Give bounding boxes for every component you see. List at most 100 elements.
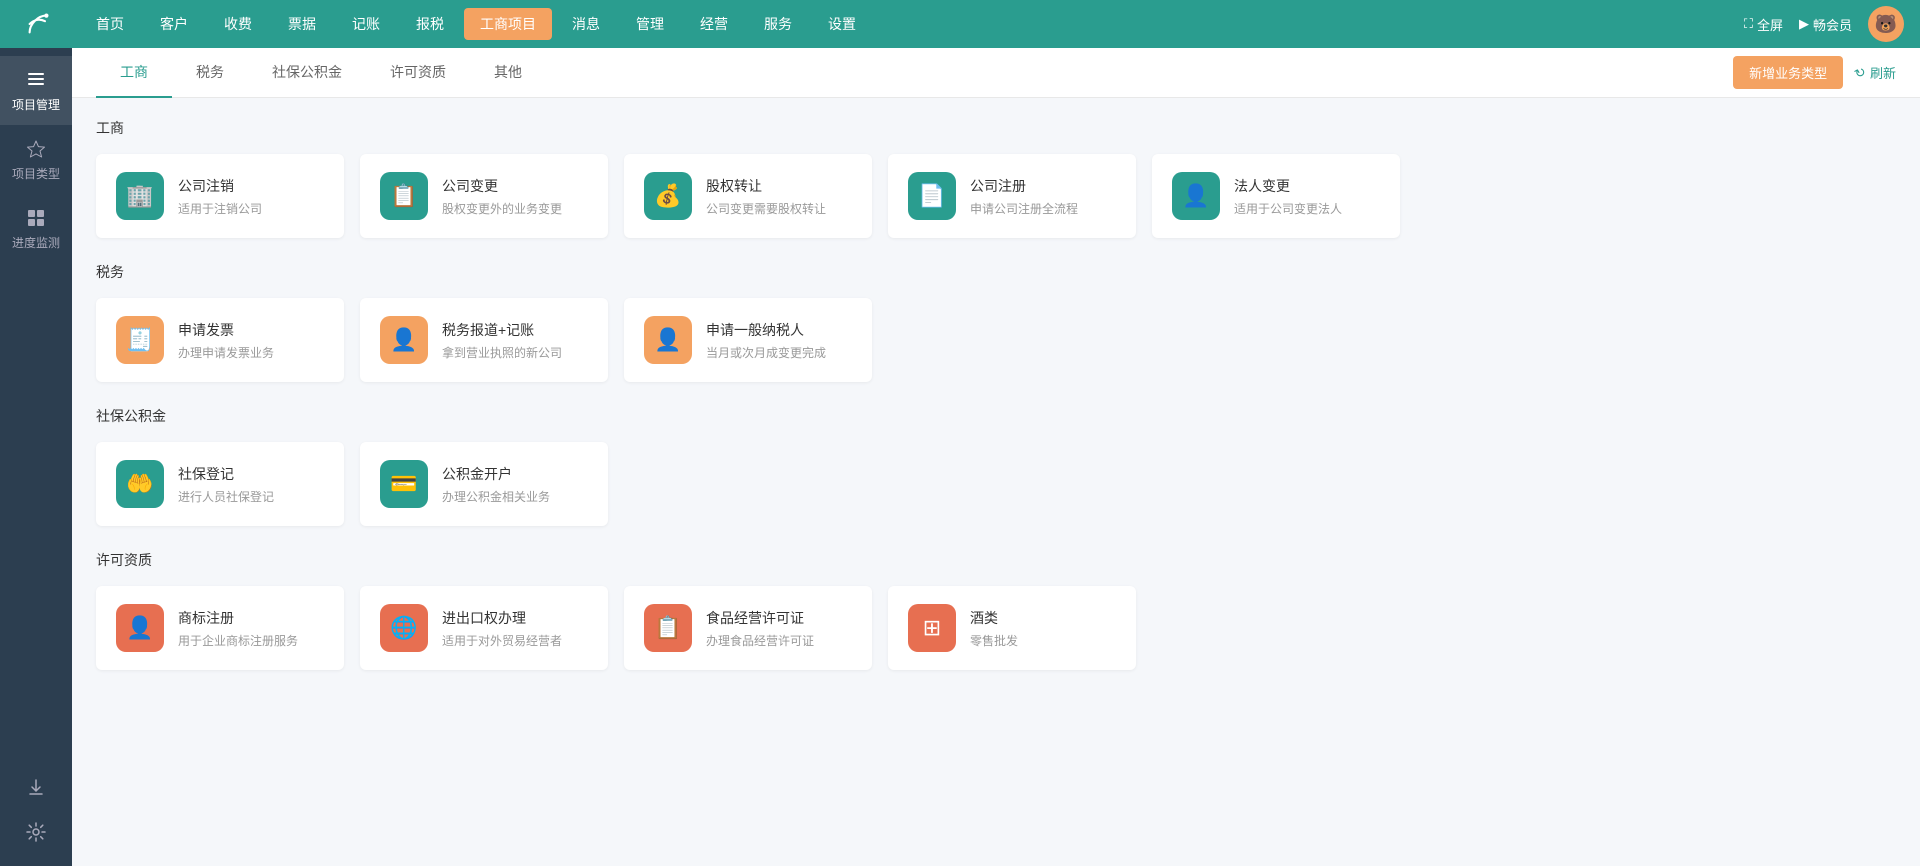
card-desc: 当月或次月成变更完成 xyxy=(706,344,826,361)
card-icon: 🏢 xyxy=(116,172,164,220)
card-title: 商标注册 xyxy=(178,608,298,628)
card-desc: 办理公积金相关业务 xyxy=(442,488,550,505)
tab-社保公积金[interactable]: 社保公积金 xyxy=(248,48,366,98)
tab-许可资质[interactable]: 许可资质 xyxy=(366,48,470,98)
card-desc: 办理申请发票业务 xyxy=(178,344,274,361)
card-text: 公司注销适用于注销公司 xyxy=(178,176,262,217)
nav-item-工商项目[interactable]: 工商项目 xyxy=(464,8,552,40)
card-text: 股权转让公司变更需要股权转让 xyxy=(706,176,826,217)
card-title: 食品经营许可证 xyxy=(706,608,814,628)
card-title: 公司注册 xyxy=(970,176,1078,196)
card-icon: ⊞ xyxy=(908,604,956,652)
card-title: 股权转让 xyxy=(706,176,826,196)
service-card[interactable]: 👤税务报道+记账拿到营业执照的新公司 xyxy=(360,298,608,382)
section-title-许可资质: 许可资质 xyxy=(96,550,1896,570)
service-card[interactable]: 👤 商标注册用于企业商标注册服务 xyxy=(96,586,344,670)
scroll-content[interactable]: 工商 🏢 公司注销适用于注销公司 📋公司变更股权变更外的业务变更 💰 股权转让公司变更需要… xyxy=(72,98,1920,866)
card-desc: 用于企业商标注册服务 xyxy=(178,632,298,649)
card-text: 法人变更适用于公司变更法人 xyxy=(1234,176,1342,217)
tabs-container: 工商税务社保公积金许可资质其他 xyxy=(96,48,546,97)
nav-item-客户[interactable]: 客户 xyxy=(144,8,204,40)
card-icon: 👤 xyxy=(116,604,164,652)
settings-icon-button[interactable] xyxy=(18,814,54,850)
card-text: 商标注册用于企业商标注册服务 xyxy=(178,608,298,649)
service-card[interactable]: 📄 公司注册申请公司注册全流程 xyxy=(888,154,1136,238)
nav-item-管理[interactable]: 管理 xyxy=(620,8,680,40)
card-title: 申请发票 xyxy=(178,320,274,340)
main-layout: 项目管理 项目类型 进度监测 xyxy=(0,48,1920,866)
sidebar-item-progress-monitor[interactable]: 进度监测 xyxy=(0,194,72,263)
card-icon: 📋 xyxy=(380,172,428,220)
card-desc: 适用于公司变更法人 xyxy=(1234,200,1342,217)
service-card[interactable]: 💰 股权转让公司变更需要股权转让 xyxy=(624,154,872,238)
cards-grid-工商: 🏢 公司注销适用于注销公司 📋公司变更股权变更外的业务变更 💰 股权转让公司变更需要股权… xyxy=(96,154,1896,238)
nav-item-票据[interactable]: 票据 xyxy=(272,8,332,40)
cards-grid-许可资质: 👤 商标注册用于企业商标注册服务 🌐 进出口权办理适用于对外贸易经营者 📋 食品经营许可证… xyxy=(96,586,1896,670)
card-text: 进出口权办理适用于对外贸易经营者 xyxy=(442,608,562,649)
card-title: 酒类 xyxy=(970,608,1018,628)
service-card[interactable]: 📋公司变更股权变更外的业务变更 xyxy=(360,154,608,238)
nav-item-经营[interactable]: 经营 xyxy=(684,8,744,40)
card-desc: 进行人员社保登记 xyxy=(178,488,274,505)
list-icon xyxy=(24,68,48,92)
card-text: 申请发票办理申请发票业务 xyxy=(178,320,274,361)
card-desc: 适用于对外贸易经营者 xyxy=(442,632,562,649)
section-title-社保公积金: 社保公积金 xyxy=(96,406,1896,426)
card-text: 公司注册申请公司注册全流程 xyxy=(970,176,1078,217)
vip-button[interactable]: ▶ 畅会员 xyxy=(1799,15,1852,34)
nav-item-收费[interactable]: 收费 xyxy=(208,8,268,40)
card-text: 税务报道+记账拿到营业执照的新公司 xyxy=(442,320,562,361)
service-card[interactable]: 🤲社保登记进行人员社保登记 xyxy=(96,442,344,526)
service-card[interactable]: 🏢 公司注销适用于注销公司 xyxy=(96,154,344,238)
nav-item-记账[interactable]: 记账 xyxy=(336,8,396,40)
grid-icon xyxy=(24,206,48,230)
fullscreen-icon: ⛶ xyxy=(1744,16,1753,32)
mascot-avatar[interactable]: 🐻 xyxy=(1868,6,1904,42)
fullscreen-button[interactable]: ⛶ 全屏 xyxy=(1744,15,1783,34)
nav-item-设置[interactable]: 设置 xyxy=(812,8,872,40)
refresh-icon: ↻ xyxy=(1852,63,1869,82)
card-title: 公积金开户 xyxy=(442,464,550,484)
sidebar-item-project-type[interactable]: 项目类型 xyxy=(0,125,72,194)
card-icon: 💰 xyxy=(644,172,692,220)
card-icon: 📄 xyxy=(908,172,956,220)
service-card[interactable]: 👤法人变更适用于公司变更法人 xyxy=(1152,154,1400,238)
service-card[interactable]: 👤申请一般纳税人当月或次月成变更完成 xyxy=(624,298,872,382)
card-icon: 🌐 xyxy=(380,604,428,652)
nav-item-消息[interactable]: 消息 xyxy=(556,8,616,40)
tab-税务[interactable]: 税务 xyxy=(172,48,248,98)
card-icon: 📋 xyxy=(644,604,692,652)
card-title: 公司注销 xyxy=(178,176,262,196)
star-icon xyxy=(24,137,48,161)
top-nav-right: ⛶ 全屏 ▶ 畅会员 🐻 xyxy=(1744,6,1904,42)
service-card[interactable]: 🧾 申请发票办理申请发票业务 xyxy=(96,298,344,382)
card-title: 税务报道+记账 xyxy=(442,320,562,340)
tab-工商[interactable]: 工商 xyxy=(96,48,172,98)
card-icon: 🧾 xyxy=(116,316,164,364)
tabs-right: 新增业务类型 ↻ 刷新 xyxy=(1733,56,1896,89)
card-desc: 股权变更外的业务变更 xyxy=(442,200,562,217)
service-card[interactable]: 💳 公积金开户办理公积金相关业务 xyxy=(360,442,608,526)
nav-item-报税[interactable]: 报税 xyxy=(400,8,460,40)
service-card[interactable]: ⊞ 酒类零售批发 xyxy=(888,586,1136,670)
nav-item-服务[interactable]: 服务 xyxy=(748,8,808,40)
service-card[interactable]: 📋食品经营许可证办理食品经营许可证 xyxy=(624,586,872,670)
new-type-button[interactable]: 新增业务类型 xyxy=(1733,56,1843,89)
card-text: 公积金开户办理公积金相关业务 xyxy=(442,464,550,505)
service-card[interactable]: 🌐 进出口权办理适用于对外贸易经营者 xyxy=(360,586,608,670)
download-icon-button[interactable] xyxy=(18,770,54,806)
section-title-工商: 工商 xyxy=(96,118,1896,138)
sidebar: 项目管理 项目类型 进度监测 xyxy=(0,48,72,866)
card-desc: 拿到营业执照的新公司 xyxy=(442,344,562,361)
card-title: 申请一般纳税人 xyxy=(706,320,826,340)
card-text: 社保登记进行人员社保登记 xyxy=(178,464,274,505)
card-desc: 零售批发 xyxy=(970,632,1018,649)
sidebar-item-project-management[interactable]: 项目管理 xyxy=(0,56,72,125)
section-title-税务: 税务 xyxy=(96,262,1896,282)
card-icon: 💳 xyxy=(380,460,428,508)
card-desc: 适用于注销公司 xyxy=(178,200,262,217)
logo[interactable] xyxy=(16,2,60,46)
nav-item-首页[interactable]: 首页 xyxy=(80,8,140,40)
tab-其他[interactable]: 其他 xyxy=(470,48,546,98)
refresh-button[interactable]: ↻ 刷新 xyxy=(1855,63,1896,82)
